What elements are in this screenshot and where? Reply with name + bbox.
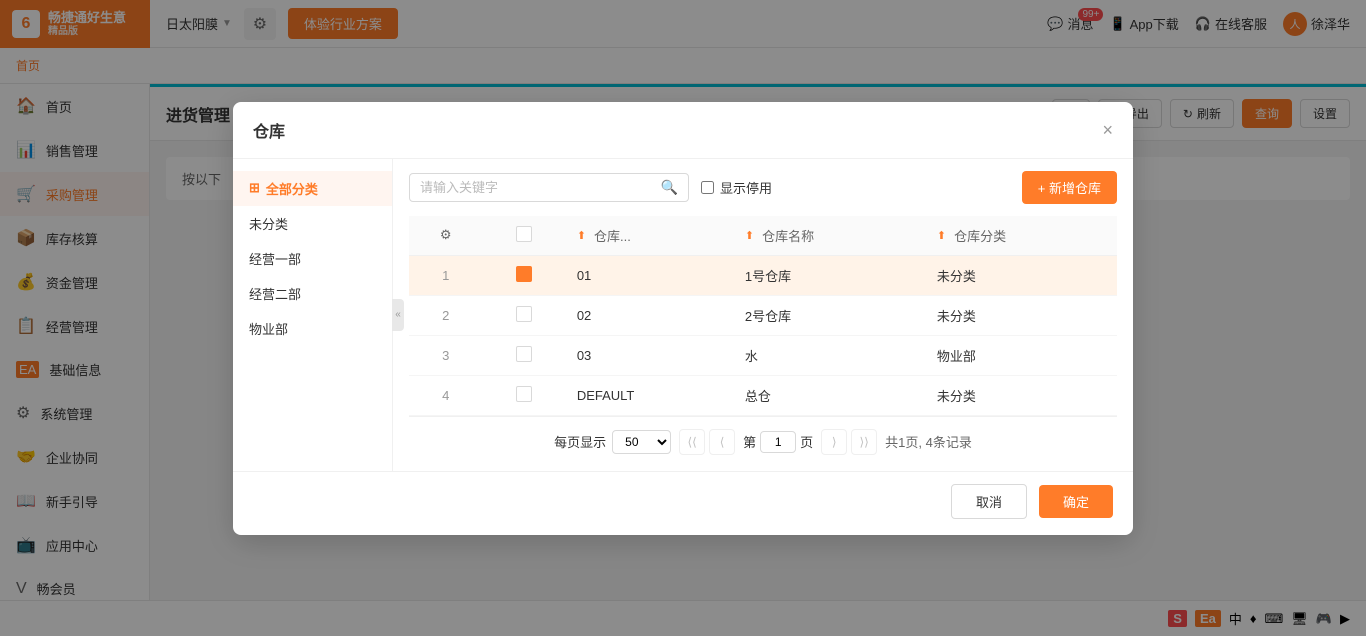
per-page-label: 每页显示 [554, 432, 606, 451]
page-nav-next: ⟩ ⟩⟩ [821, 429, 877, 455]
table-row[interactable]: 2 02 2号仓库 未分类 [409, 295, 1117, 335]
row-checkbox[interactable] [516, 386, 532, 402]
add-warehouse-button[interactable]: + 新增仓库 [1022, 171, 1117, 204]
first-page-button[interactable]: ⟨⟨ [679, 429, 705, 455]
row-index-cell: 2 [409, 295, 482, 335]
cat-sidebar-toggle[interactable]: « [392, 299, 404, 331]
cat-item-unclassified[interactable]: 未分类 [233, 206, 392, 241]
row-index-cell: 4 [409, 375, 482, 415]
category-sidebar: ⊞ 全部分类 未分类 经营一部 经营二部 物业部 « [233, 159, 393, 471]
row-no: DEFAULT [565, 375, 733, 415]
modal-pagination: 每页显示 50 10 20 100 ⟨⟨ ⟨ 第 [409, 416, 1117, 459]
row-no: 03 [565, 335, 733, 375]
row-index-cell: 1 [409, 255, 482, 295]
row-checkbox-cell [482, 375, 564, 415]
col-checkbox [482, 216, 564, 256]
show-disabled: 显示停用 [701, 178, 772, 197]
header-checkbox[interactable] [516, 226, 532, 242]
page-nav: ⟨⟨ ⟨ [679, 429, 735, 455]
row-checkbox-cell [482, 335, 564, 375]
modal-footer: 取消 确定 [233, 471, 1133, 535]
sort-icon-name: ⬆ [745, 229, 754, 242]
cancel-button[interactable]: 取消 [951, 484, 1027, 519]
row-checkbox[interactable] [516, 346, 532, 362]
last-page-button[interactable]: ⟩⟩ [851, 429, 877, 455]
modal-overlay: 仓库 × ⊞ 全部分类 未分类 经营一部 经营二部 [0, 0, 1366, 636]
row-name: 2号仓库 [733, 295, 925, 335]
sort-icon-no: ⬆ [577, 229, 586, 242]
col-settings: ⚙ [409, 216, 482, 256]
warehouse-modal: 仓库 × ⊞ 全部分类 未分类 经营一部 经营二部 [233, 102, 1133, 535]
warehouse-table: ⚙ ⬆ 仓库... ⬆ [409, 216, 1117, 416]
row-category: 物业部 [925, 335, 1117, 375]
cat-item-property[interactable]: 物业部 [233, 311, 392, 346]
page-label: 第 [743, 432, 756, 451]
search-input[interactable] [420, 180, 655, 195]
page-size-select: 每页显示 50 10 20 100 [554, 430, 671, 454]
modal-close-button[interactable]: × [1102, 121, 1113, 139]
cat-label-all: 全部分类 [266, 179, 318, 198]
modal-title: 仓库 [253, 118, 285, 142]
row-checkbox[interactable] [516, 306, 532, 322]
total-info: 共1页, 4条记录 [885, 432, 972, 451]
show-disabled-checkbox[interactable] [701, 181, 714, 194]
page-input: 第 页 [743, 431, 813, 453]
modal-header: 仓库 × [233, 102, 1133, 159]
modal-toolbar: 🔍 显示停用 + 新增仓库 [409, 171, 1117, 204]
search-icon: 🔍 [661, 179, 678, 196]
row-category: 未分类 [925, 375, 1117, 415]
search-box: 🔍 [409, 173, 689, 202]
table-row[interactable]: 4 DEFAULT 总仓 未分类 [409, 375, 1117, 415]
cat-item-all[interactable]: ⊞ 全部分类 [233, 171, 392, 206]
per-page-select[interactable]: 50 10 20 100 [612, 430, 671, 454]
modal-main: 🔍 显示停用 + 新增仓库 ⚙ [393, 159, 1133, 471]
cat-label-property: 物业部 [249, 319, 288, 338]
next-page-button[interactable]: ⟩ [821, 429, 847, 455]
modal-body: ⊞ 全部分类 未分类 经营一部 经营二部 物业部 « [233, 159, 1133, 471]
col-no[interactable]: ⬆ 仓库... [565, 216, 733, 256]
cat-item-ops2[interactable]: 经营二部 [233, 276, 392, 311]
row-no: 02 [565, 295, 733, 335]
col-name[interactable]: ⬆ 仓库名称 [733, 216, 925, 256]
show-disabled-label: 显示停用 [720, 178, 772, 197]
sort-icon-cat: ⬆ [937, 229, 946, 242]
page-unit-label: 页 [800, 432, 813, 451]
cat-label-unclassified: 未分类 [249, 214, 288, 233]
row-name: 1号仓库 [733, 255, 925, 295]
row-index-cell: 3 [409, 335, 482, 375]
col-category[interactable]: ⬆ 仓库分类 [925, 216, 1117, 256]
row-no: 01 [565, 255, 733, 295]
cat-label-ops2: 经营二部 [249, 284, 301, 303]
row-checkbox-cell [482, 295, 564, 335]
grid-icon: ⊞ [249, 180, 260, 196]
row-checkbox-cell [482, 255, 564, 295]
prev-page-button[interactable]: ⟨ [709, 429, 735, 455]
row-category: 未分类 [925, 295, 1117, 335]
cat-label-ops1: 经营一部 [249, 249, 301, 268]
row-checkbox[interactable] [516, 266, 532, 282]
row-name: 水 [733, 335, 925, 375]
table-row[interactable]: 3 03 水 物业部 [409, 335, 1117, 375]
row-category: 未分类 [925, 255, 1117, 295]
page-number-input[interactable] [760, 431, 796, 453]
cat-item-ops1[interactable]: 经营一部 [233, 241, 392, 276]
table-row[interactable]: 1 01 1号仓库 未分类 [409, 255, 1117, 295]
confirm-button[interactable]: 确定 [1039, 485, 1113, 518]
row-name: 总仓 [733, 375, 925, 415]
